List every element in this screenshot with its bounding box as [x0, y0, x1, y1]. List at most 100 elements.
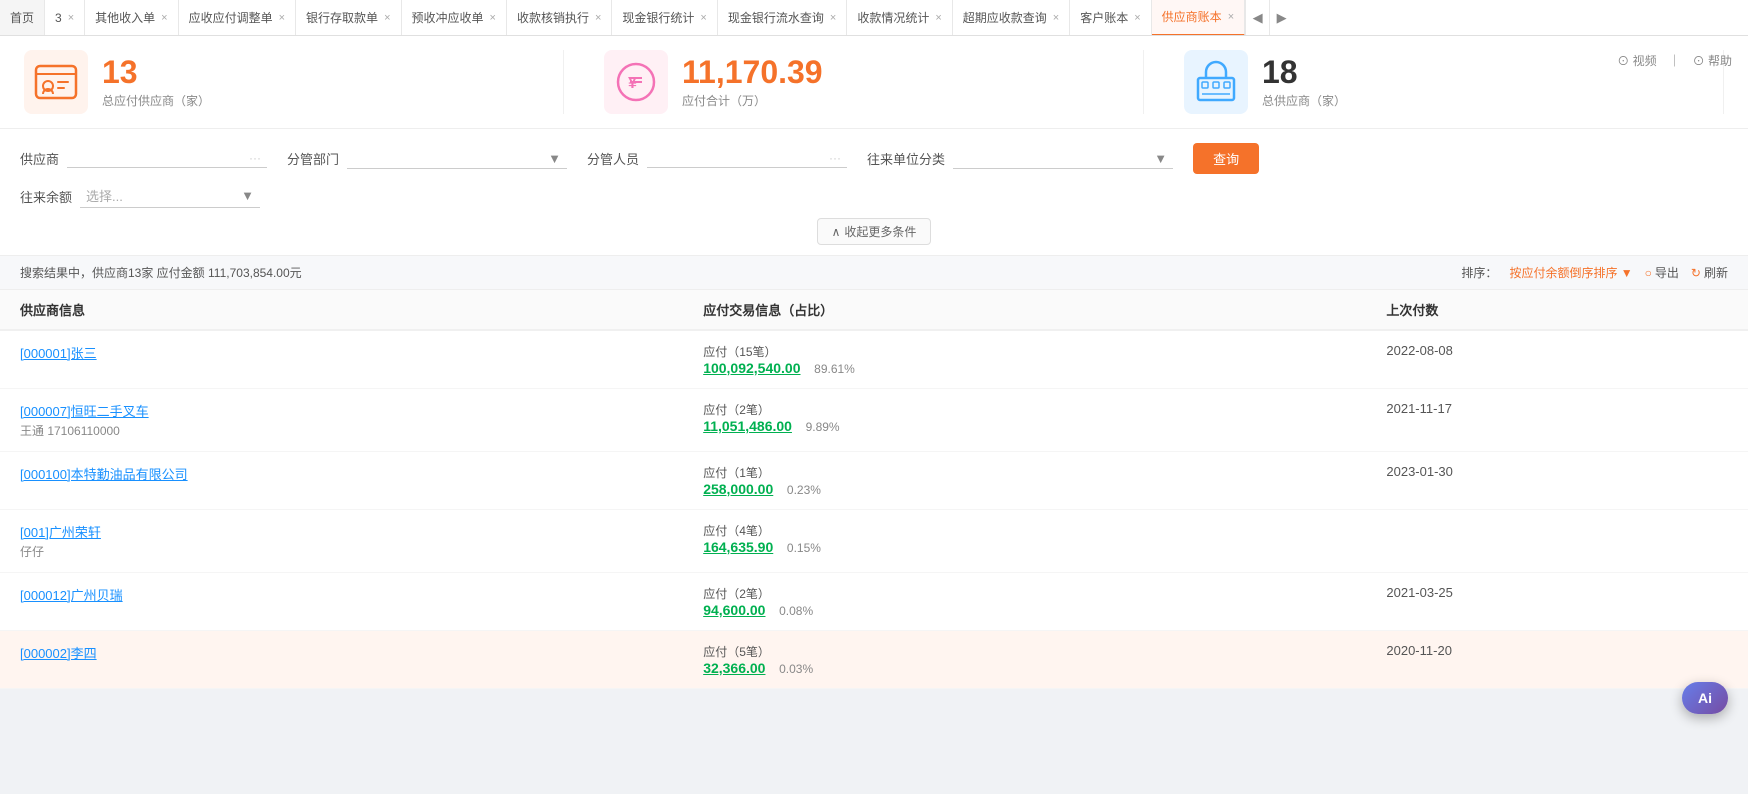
close-icon[interactable]: ×: [1134, 12, 1140, 24]
query-button[interactable]: 查询: [1193, 143, 1259, 174]
nav-prev-arrow[interactable]: ◀: [1245, 0, 1269, 36]
category-dropdown-icon: ▼: [1154, 151, 1167, 166]
help-link[interactable]: ⊙ 帮助: [1693, 52, 1732, 69]
close-icon[interactable]: ×: [595, 12, 601, 24]
close-icon[interactable]: ×: [279, 12, 285, 24]
col-header-lastpay: 上次付数: [1386, 300, 1728, 319]
video-link[interactable]: ⊙ 视频: [1617, 52, 1656, 69]
close-icon[interactable]: ×: [830, 12, 836, 24]
close-icon[interactable]: ×: [1228, 11, 1234, 23]
nav-next-arrow[interactable]: ▶: [1269, 0, 1293, 36]
dept-filter: 分管部门 ▼: [287, 149, 567, 169]
nav-tab-bank-deposit[interactable]: 银行存取款单 ×: [296, 0, 401, 36]
tx-pct-5: 0.03%: [779, 662, 813, 676]
nav-tab-ar-adjust[interactable]: 应收应付调整单 ×: [179, 0, 296, 36]
last-pay-1: 2021-11-17: [1386, 401, 1728, 416]
close-icon[interactable]: ×: [490, 12, 496, 24]
nav-tab-cash-stat[interactable]: 现金银行统计 ×: [612, 0, 717, 36]
tx-amount-4[interactable]: 94,600.00: [703, 602, 765, 618]
close-icon[interactable]: ×: [935, 12, 941, 24]
filter-area: 供应商 ··· 分管部门 ▼ 分管人员 ··· 往来单位分类 ▼: [0, 129, 1748, 256]
result-bar: 搜索结果中，供应商13家 应付金额 111,703,854.00元 排序： 按应…: [0, 256, 1748, 290]
balance-dropdown-icon: ▼: [241, 188, 254, 203]
supplier-info-2: [000100]本特勤油品有限公司: [20, 464, 703, 483]
result-text: 搜索结果中，供应商13家 应付金额 111,703,854.00元: [20, 264, 302, 281]
supplier-sub-3: 仔仔: [20, 543, 703, 560]
tx-label-2: 应付（1笔）: [703, 464, 1386, 481]
dept-select[interactable]: ▼: [347, 149, 567, 169]
tx-amount-1[interactable]: 11,051,486.00: [703, 418, 792, 434]
supplier-dots-icon[interactable]: ···: [249, 151, 261, 165]
nav-tab-prepay-offset[interactable]: 预收冲应收单 ×: [402, 0, 507, 36]
tx-label-4: 应付（2笔）: [703, 585, 1386, 602]
supplier-link-1[interactable]: [000007]恒旺二手叉车: [20, 401, 703, 420]
nav-tab-home[interactable]: 首页: [0, 0, 45, 36]
supplier-link-2[interactable]: [000100]本特勤油品有限公司: [20, 464, 703, 483]
payable-total-num: 11,170.39: [682, 56, 823, 88]
balance-select[interactable]: 选择... ▼: [80, 184, 260, 208]
tx-label-3: 应付（4笔）: [703, 522, 1386, 539]
result-actions: 排序： 按应付余额倒序排序 ▼ ○ 导出 ↻ 刷新: [1461, 264, 1728, 281]
tx-amount-3[interactable]: 164,635.90: [703, 539, 773, 555]
supplier-info-4: [000012]广州贝瑞: [20, 585, 703, 604]
category-label: 往来单位分类: [867, 149, 945, 168]
payable-total-label: 应付合计（万）: [682, 92, 823, 109]
nav-tab-3[interactable]: 3 ×: [45, 0, 85, 36]
last-pay-0: 2022-08-08: [1386, 343, 1728, 358]
table-row: [001]广州荣轩 仔仔 应付（4笔） 164,635.90 0.15%: [0, 510, 1748, 573]
table-row: [000002]李四 应付（5笔） 32,366.00 0.03% 2020-1…: [0, 631, 1748, 689]
tx-amount-0[interactable]: 100,092,540.00: [703, 360, 800, 376]
tx-label-5: 应付（5笔）: [703, 643, 1386, 660]
stat-block-payable-total: ¥ 11,170.39 应付合计（万）: [564, 50, 1144, 114]
supplier-info-5: [000002]李四: [20, 643, 703, 662]
supplier-link-3[interactable]: [001]广州荣轩: [20, 522, 703, 541]
nav-tab-receipt-stat[interactable]: 收款情况统计 ×: [847, 0, 952, 36]
close-icon[interactable]: ×: [161, 12, 167, 24]
person-filter: 分管人员 ···: [587, 149, 847, 168]
col-header-tx: 应付交易信息（占比）: [703, 300, 1386, 319]
stat-text-payable-suppliers: 13 总应付供应商（家）: [102, 56, 210, 109]
supplier-info-1: [000007]恒旺二手叉车 王通 17106110000: [20, 401, 703, 439]
close-icon[interactable]: ×: [1053, 12, 1059, 24]
total-suppliers-label: 总供应商（家）: [1262, 92, 1346, 109]
close-icon[interactable]: ×: [384, 12, 390, 24]
refresh-button[interactable]: ↻ 刷新: [1691, 264, 1728, 281]
tx-amount-2[interactable]: 258,000.00: [703, 481, 773, 497]
table-row: [000001]张三 应付（15笔） 100,092,540.00 89.61%…: [0, 331, 1748, 389]
nav-tab-cash-flow[interactable]: 现金银行流水查询 ×: [718, 0, 847, 36]
total-suppliers-icon: [1184, 50, 1248, 114]
nav-tab-overdue-ar[interactable]: 超期应收款查询 ×: [953, 0, 1070, 36]
supplier-input[interactable]: ···: [67, 149, 267, 168]
nav-tab-receipt-exec[interactable]: 收款核销执行 ×: [507, 0, 612, 36]
close-icon[interactable]: ×: [68, 12, 74, 24]
nav-tab-other-income[interactable]: 其他收入单 ×: [85, 0, 178, 36]
supplier-link-4[interactable]: [000012]广州贝瑞: [20, 585, 703, 604]
sort-button[interactable]: 按应付余额倒序排序 ▼: [1509, 264, 1632, 281]
ai-button[interactable]: Ai: [1682, 682, 1728, 714]
last-pay-4: 2021-03-25: [1386, 585, 1728, 600]
supplier-link-5[interactable]: [000002]李四: [20, 643, 703, 662]
person-input[interactable]: ···: [647, 149, 847, 168]
person-dots-icon[interactable]: ···: [829, 151, 841, 165]
export-button[interactable]: ○ 导出: [1645, 264, 1679, 281]
total-suppliers-num: 18: [1262, 56, 1346, 88]
nav-tab-supplier-ledger[interactable]: 供应商账本 ×: [1152, 0, 1245, 36]
last-pay-2: 2023-01-30: [1386, 464, 1728, 479]
person-label: 分管人员: [587, 149, 639, 168]
tx-pct-4: 0.08%: [779, 604, 813, 618]
nav-tab-customer-ledger[interactable]: 客户账本 ×: [1070, 0, 1151, 36]
stat-text-payable-total: 11,170.39 应付合计（万）: [682, 56, 823, 109]
top-nav: 首页 3 × 其他收入单 × 应收应付调整单 × 银行存取款单 × 预收冲应收单…: [0, 0, 1748, 36]
supplier-sub-1: 王通 17106110000: [20, 422, 703, 439]
dept-dropdown-icon: ▼: [548, 151, 561, 166]
tx-amount-5[interactable]: 32,366.00: [703, 660, 765, 676]
supplier-link-0[interactable]: [000001]张三: [20, 343, 703, 362]
supplier-info-3: [001]广州荣轩 仔仔: [20, 522, 703, 560]
col-header-supplier: 供应商信息: [20, 300, 703, 319]
close-icon[interactable]: ×: [700, 12, 706, 24]
stat-text-total-suppliers: 18 总供应商（家）: [1262, 56, 1346, 109]
header-help: ⊙ 视频 ｜ ⊙ 帮助: [1617, 52, 1732, 69]
category-select[interactable]: ▼: [953, 149, 1173, 169]
table-row: [000007]恒旺二手叉车 王通 17106110000 应付（2笔） 11,…: [0, 389, 1748, 452]
collapse-button[interactable]: ∧ 收起更多条件: [817, 218, 932, 245]
